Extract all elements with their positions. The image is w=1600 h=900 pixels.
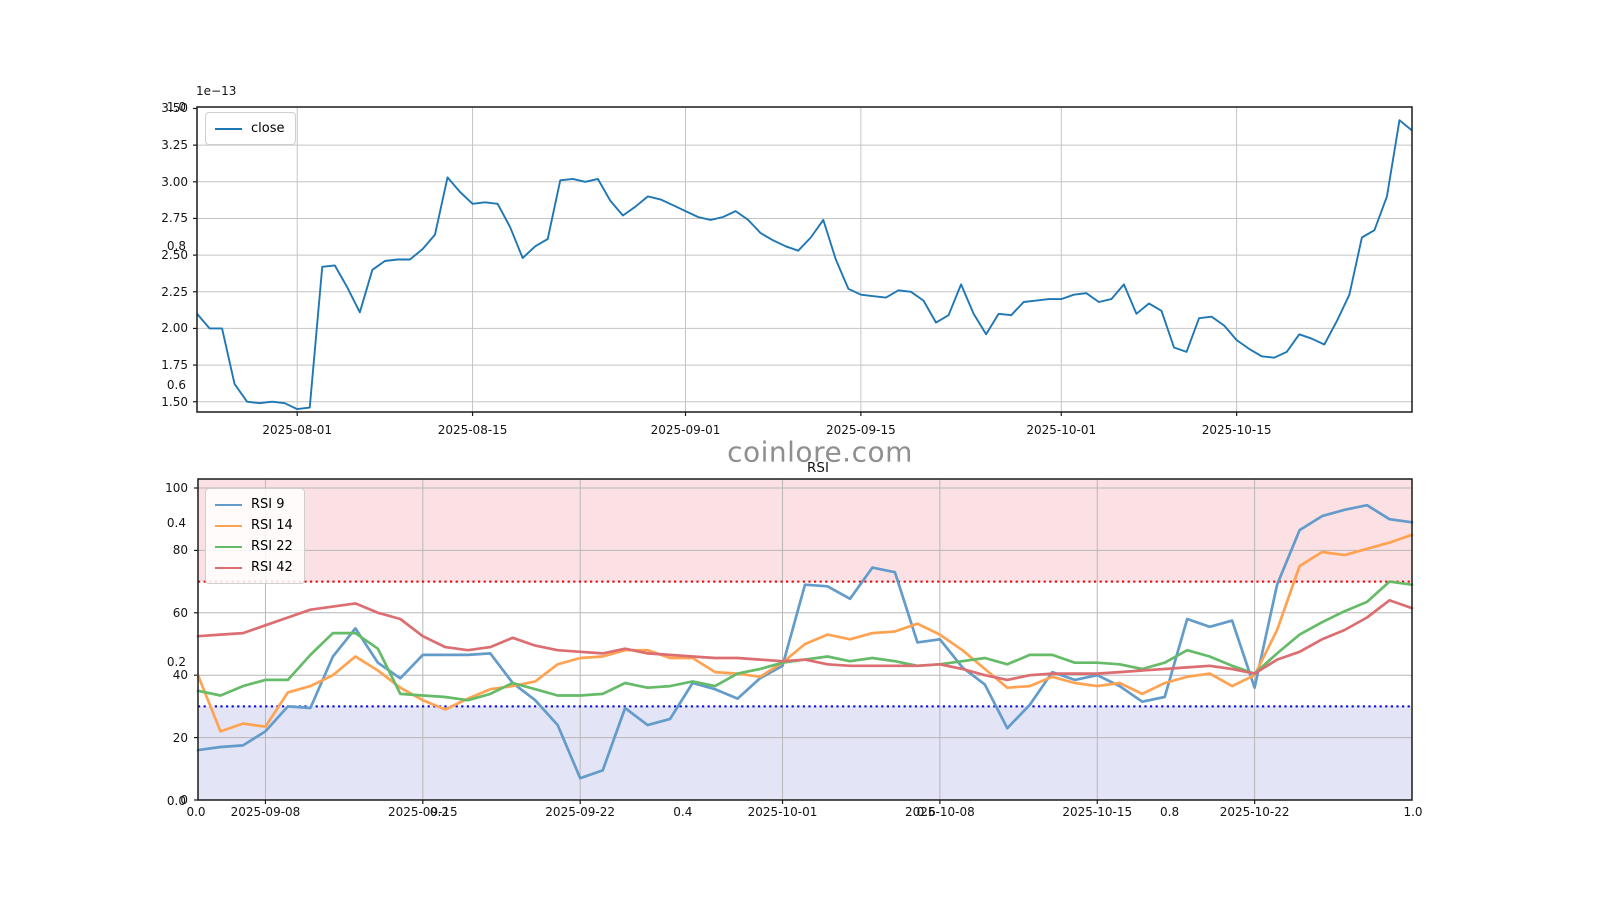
overlay-x-tick-label: 0.4 — [673, 805, 693, 819]
price-legend-item: close — [215, 118, 284, 139]
rsi-y-tick-label: 20 — [172, 730, 188, 745]
close-line-sample — [215, 127, 242, 130]
price-legend-label: close — [251, 121, 285, 136]
rsi-legend-label: RSI 14 — [251, 518, 293, 533]
rsi-x-tick-label: 2025-10-15 — [1062, 805, 1133, 819]
rsi-line-sample — [215, 545, 242, 548]
rsi-line-sample — [215, 524, 242, 527]
price-y-tick-label: 3.25 — [161, 138, 188, 153]
overlay-y-tick-label: 1.0 — [166, 100, 186, 114]
rsi-legend-label: RSI 22 — [251, 539, 293, 554]
rsi22-line — [196, 580, 1414, 702]
rsi-x-tick-label: 2025-09-08 — [230, 805, 301, 819]
price-plot-border — [196, 106, 1413, 413]
price-y-tick-label: 2.75 — [161, 211, 188, 226]
price-y-tick-label: 2.00 — [161, 321, 188, 336]
price-legend: close — [205, 112, 297, 145]
rsi-x-tick-label: 2025-10-22 — [1219, 805, 1290, 819]
price-x-tick-label: 2025-08-01 — [262, 423, 333, 437]
overlay-y-tick-label: 0.4 — [166, 516, 186, 531]
rsi-line-sample — [215, 503, 242, 506]
rsi42-line — [196, 598, 1414, 682]
overlay-y-tick-label: 0.6 — [166, 377, 186, 392]
oversold-band — [198, 706, 1412, 800]
rsi-legend-item: RSI 42 — [215, 557, 293, 578]
overbought-band — [198, 479, 1412, 582]
overlay-x-tick-label: 0.2 — [429, 805, 449, 819]
overlay-x-tick-label: 0.6 — [916, 805, 936, 819]
overlay-y-tick-label: 0.8 — [166, 238, 186, 253]
rsi-legend-item: RSI 14 — [215, 515, 293, 536]
rsi-line-sample — [215, 566, 242, 569]
price-x-tick-label: 2025-10-15 — [1201, 423, 1272, 437]
overlay-y-tick-label: 0.2 — [166, 655, 186, 670]
price-y-tick-label: 2.25 — [161, 284, 188, 299]
rsi-y-tick-label: 80 — [172, 543, 188, 558]
rsi-chart-title: RSI — [807, 460, 829, 476]
rsi-legend-item: RSI 22 — [215, 536, 293, 557]
overlay-x-tick-label: 0.8 — [1160, 805, 1180, 819]
price-x-tick-label: 2025-10-01 — [1026, 423, 1097, 437]
close-line — [196, 119, 1413, 411]
price-y-tick-label: 1.50 — [161, 394, 188, 409]
price-y-tick-label: 3.00 — [161, 174, 188, 189]
rsi-x-tick-label: 2025-09-22 — [545, 805, 616, 819]
price-y-tick-label: 1.75 — [161, 358, 188, 373]
overlay-x-tick-label: 0.0 — [186, 805, 206, 819]
rsi-legend-label: RSI 42 — [251, 560, 293, 575]
rsi-y-tick-label: 100 — [165, 481, 188, 495]
price-x-tick-label: 2025-09-01 — [650, 423, 721, 437]
rsi-x-tick-label: 2025-10-01 — [747, 805, 818, 819]
price-x-tick-label: 2025-08-15 — [437, 423, 508, 437]
overlay-x-tick-label: 1.0 — [1403, 805, 1423, 819]
rsi-x-tick-label: 2025-10-08 — [905, 805, 975, 819]
rsi-legend-item: RSI 9 — [215, 494, 293, 515]
rsi-legend-label: RSI 9 — [251, 497, 285, 512]
price-x-tick-label: 2025-09-15 — [825, 423, 896, 437]
overlay-y-tick-label: 0.0 — [166, 794, 186, 808]
rsi-legend: RSI 9 RSI 14 RSI 22 RSI 42 — [205, 488, 305, 584]
y-axis-offset-text: 1e−13 — [196, 84, 237, 98]
figure: 2025-08-01 2025-08-15 2025-09-01 2025-09-15… — [0, 0, 1600, 900]
rsi-y-tick-label: 60 — [172, 605, 188, 620]
rsi-y-tick-label: 40 — [172, 668, 188, 683]
